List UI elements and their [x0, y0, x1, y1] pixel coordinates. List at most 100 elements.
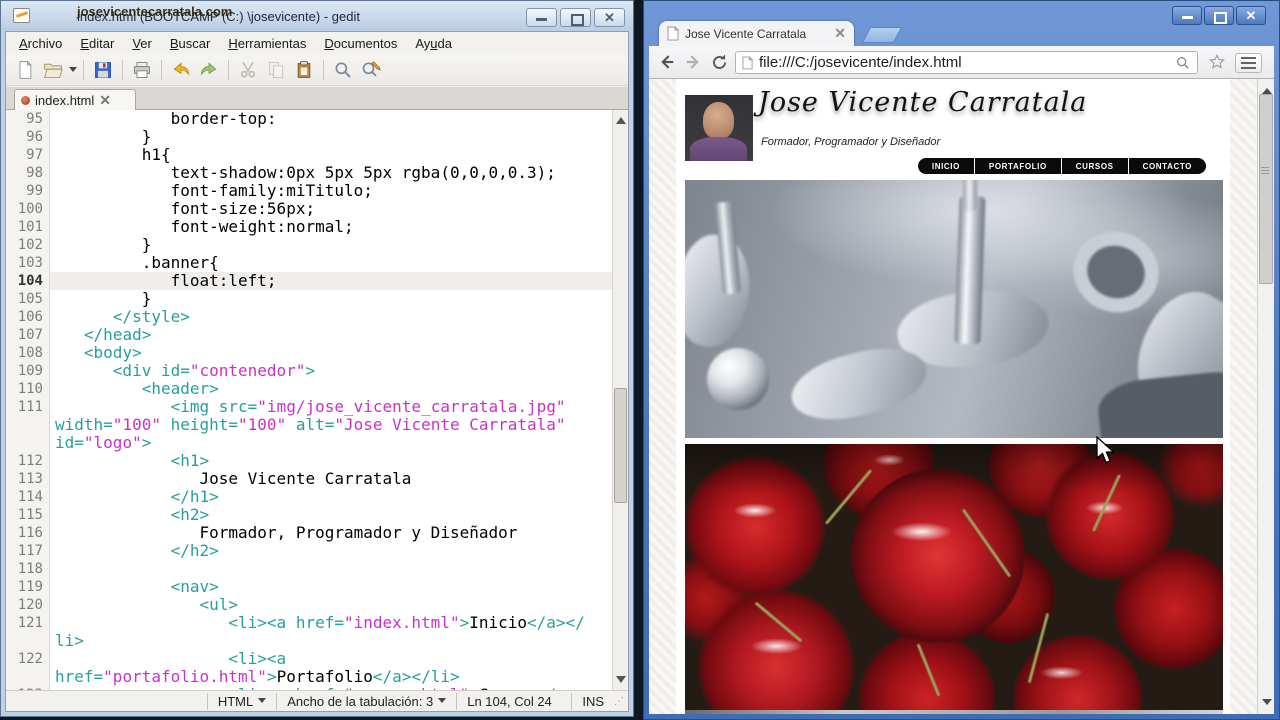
gedit-maximize-button[interactable]	[560, 8, 591, 27]
code-line: 115 <h2>	[17, 505, 210, 524]
undo-icon[interactable]	[168, 57, 194, 83]
address-bar[interactable]: file:///C:/josevicente/index.html	[735, 51, 1198, 74]
next-banner-edge	[685, 710, 1223, 714]
code-line: 110 <header>	[17, 379, 219, 398]
code-line: 99 font-family:miTitulo;	[26, 181, 373, 200]
code-line: 122 <li><a	[17, 649, 287, 668]
cursor-position: Ln 104, Col 24	[457, 692, 573, 710]
cherry-stem	[916, 643, 941, 697]
menu-icon[interactable]	[1235, 53, 1262, 73]
menu-documentos[interactable]: Documentos	[315, 34, 406, 53]
scroll-down-icon[interactable]	[616, 676, 626, 688]
code-line: 119 <nav>	[17, 577, 219, 596]
nav-item-inicio[interactable]: INICIO	[917, 158, 974, 174]
code-line: 108 <body>	[17, 343, 142, 362]
language-selector[interactable]: HTML	[208, 692, 278, 710]
bookmark-star-icon[interactable]	[1208, 53, 1226, 76]
menu-archivo[interactable]: Archivo	[10, 34, 71, 53]
scroll-up-icon[interactable]	[1262, 83, 1272, 94]
gedit-window: josevicentecarratala.com index.html (BOO…	[0, 0, 634, 717]
menu-editar[interactable]: Editar	[71, 34, 123, 53]
tab-close-icon[interactable]: ✕	[834, 25, 846, 42]
cursor-position-label: Ln 104, Col 24	[467, 693, 552, 709]
toolbar-separator	[323, 59, 324, 80]
nav-item-cursos[interactable]: CURSOS	[1061, 158, 1128, 174]
find-icon[interactable]	[330, 57, 356, 83]
code-line: 111 <img src="img/jose_vicente_carratala…	[17, 397, 566, 416]
open-dropdown-icon[interactable]	[69, 67, 77, 76]
cut-icon[interactable]	[235, 57, 261, 83]
nav-item-portafolio[interactable]: PORTAFOLIO	[974, 158, 1061, 174]
code-line: 116 Formador, Programador y Diseñador	[17, 523, 518, 542]
menu-herramientas[interactable]: Herramientas	[219, 34, 315, 53]
reload-icon[interactable]	[707, 50, 731, 74]
site-nav: INICIO PORTAFOLIO CURSOS CONTACTO	[917, 158, 1206, 174]
browser-viewport: Jose Vicente Carratala Formador, Program…	[649, 79, 1257, 714]
url-text[interactable]: file:///C:/josevicente/index.html	[759, 54, 1169, 71]
chrome-maximize-button[interactable]	[1204, 6, 1234, 25]
chrome-minimize-button[interactable]	[1172, 6, 1202, 25]
banner-image-tuners	[685, 180, 1223, 438]
code-line: li>	[55, 631, 84, 650]
nav-item-contacto[interactable]: CONTACTO	[1128, 158, 1206, 174]
search-icon[interactable]	[1175, 55, 1191, 71]
code-line: 112 <h1>	[17, 451, 210, 470]
save-icon[interactable]	[90, 57, 116, 83]
gedit-toolbar	[6, 54, 628, 86]
scroll-down-icon[interactable]	[1262, 699, 1272, 710]
banner-shape	[1062, 220, 1170, 324]
toolbar-separator	[83, 59, 84, 80]
copy-icon[interactable]	[263, 57, 289, 83]
browser-tab[interactable]: Jose Vicente Carratala ✕	[659, 21, 854, 46]
menu-ver[interactable]: Ver	[123, 34, 161, 53]
code-line: href="portafolio.html">Portafolio</a></l…	[55, 667, 460, 686]
editor-scrollbar[interactable]	[612, 110, 628, 690]
new-document-icon[interactable]	[12, 57, 38, 83]
tab-width-selector[interactable]: Ancho de la tabulación: 3	[277, 692, 458, 710]
chrome-close-button[interactable]: ✕	[1236, 6, 1266, 25]
cherry-stem	[1027, 612, 1050, 684]
banner-shape	[1095, 367, 1223, 438]
scrollbar-grip-icon	[1261, 167, 1269, 175]
code-line: 114 </h1>	[17, 487, 219, 506]
tab-close-icon[interactable]: ✕	[99, 93, 111, 107]
browser-scrollbar[interactable]	[1257, 79, 1274, 714]
menu-buscar[interactable]: Buscar	[161, 34, 219, 53]
gedit-minimize-button[interactable]	[526, 8, 557, 27]
open-folder-icon[interactable]	[40, 57, 66, 83]
code-line: 96 }	[26, 127, 152, 146]
browser-toolbar: file:///C:/josevicente/index.html	[649, 46, 1274, 79]
paste-icon[interactable]	[291, 57, 317, 83]
code-line: 102 }	[17, 235, 152, 254]
find-replace-icon[interactable]	[358, 57, 384, 83]
code-editor[interactable]: 95 border-top: 96 } 97 h1{98 text-shadow:0…	[6, 110, 628, 690]
code-line: id="logo">	[55, 433, 152, 452]
resize-grip-icon[interactable]: ⋰	[614, 696, 625, 707]
code-line: 103 .banner{	[17, 253, 219, 272]
code-line: 95 border-top:	[26, 110, 277, 128]
banner-image-cherries	[685, 444, 1223, 710]
redo-icon[interactable]	[196, 57, 222, 83]
insert-mode-label: INS	[582, 693, 604, 709]
gedit-app-icon	[13, 8, 30, 23]
scroll-up-icon[interactable]	[616, 112, 626, 124]
code-line: 117 </h2>	[17, 541, 219, 560]
editor-tab-index-html[interactable]: index.html ✕	[14, 89, 136, 110]
language-label: HTML	[217, 693, 254, 709]
new-tab-button[interactable]	[861, 27, 903, 43]
site-title: Jose Vicente Carratala	[758, 87, 1088, 118]
gedit-titlebar[interactable]: josevicentecarratala.com index.html (BOO…	[1, 1, 633, 31]
page-icon	[667, 26, 679, 41]
print-icon[interactable]	[129, 57, 155, 83]
gedit-close-button[interactable]: ✕	[594, 8, 625, 27]
banner-shape	[954, 195, 986, 345]
mouse-cursor	[1096, 435, 1118, 471]
menu-ayuda[interactable]: Ayuda	[406, 34, 461, 53]
editor-scrollbar-thumb[interactable]	[614, 388, 627, 503]
browser-scrollbar-thumb[interactable]	[1259, 94, 1273, 284]
back-icon[interactable]	[655, 50, 679, 74]
banner-shape	[963, 180, 977, 212]
cherry-stem	[1092, 474, 1121, 532]
forward-icon[interactable]	[681, 50, 705, 74]
code-line: 120 <ul>	[17, 595, 239, 614]
